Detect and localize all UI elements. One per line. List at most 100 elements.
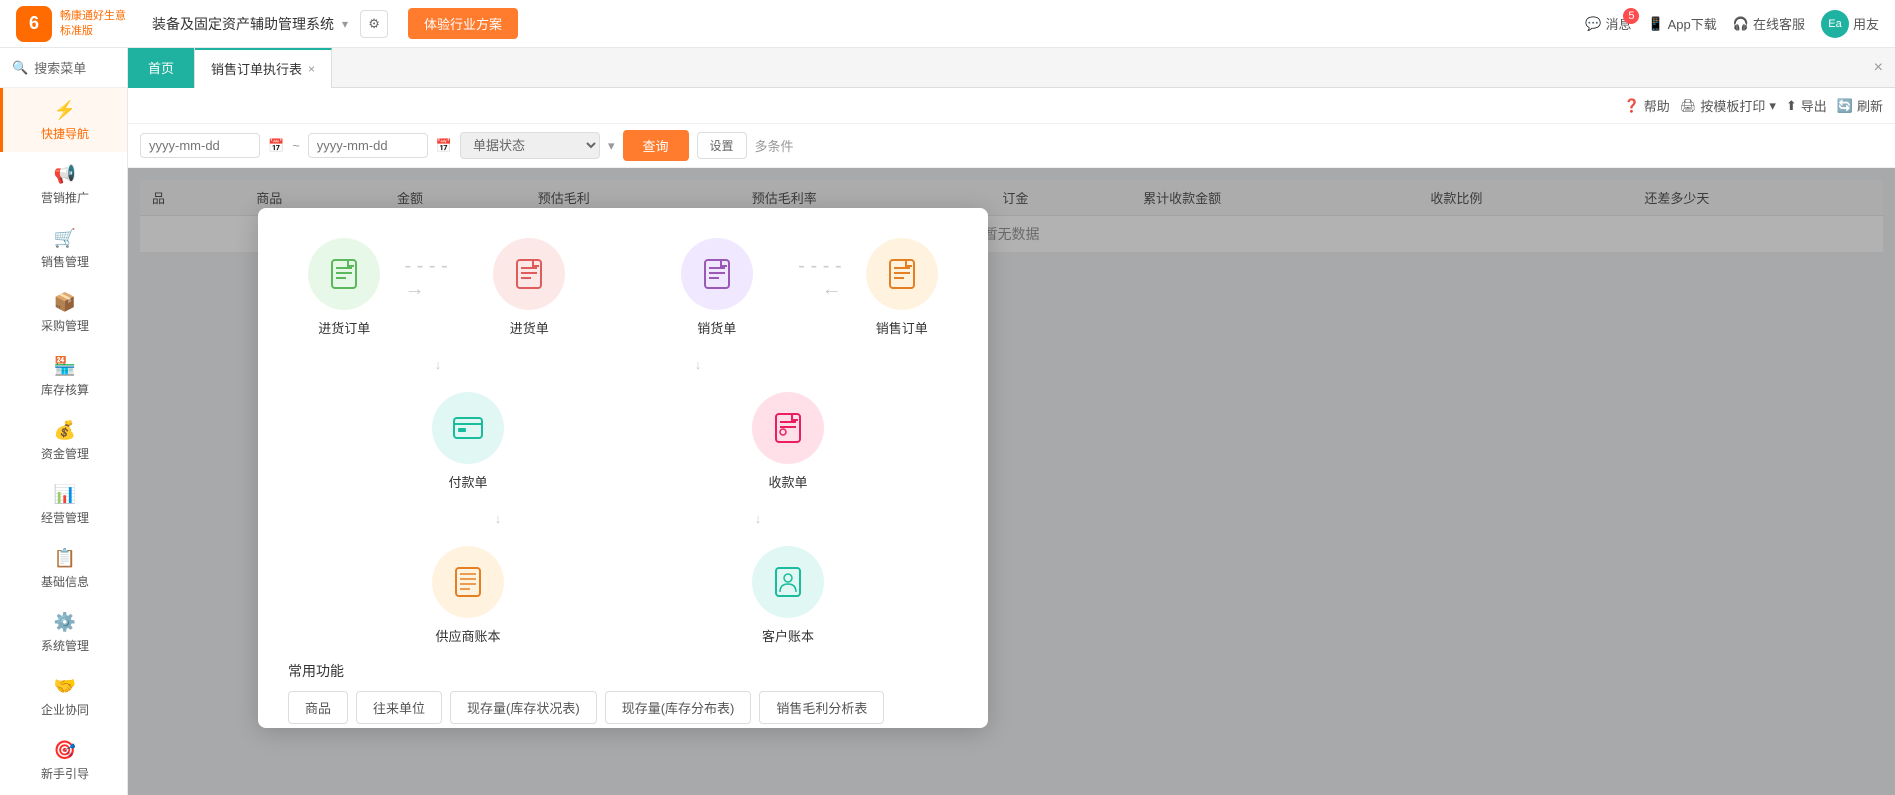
system-icon: ⚙️ [54, 612, 76, 633]
sales-bill-label: 销货单 [697, 318, 736, 337]
sidebar-item-finance[interactable]: 💰 资金管理 [0, 408, 127, 472]
flow-item-sales-bill: 销货单 [660, 238, 772, 337]
tab-sales-order[interactable]: 销售订单执行表 × [195, 48, 332, 88]
user-menu-button[interactable]: Ea 用友 [1821, 10, 1879, 38]
flow-row-2: 付款单 收款单 [288, 392, 958, 491]
print-icon: 🖨 [1680, 98, 1697, 114]
date-end-input[interactable] [308, 133, 428, 158]
finance-icon: 💰 [54, 420, 76, 441]
flow-diagram: 进货订单 - - - - → 进货单 [288, 238, 958, 645]
func-btn-counterpart[interactable]: 往来单位 [356, 691, 442, 724]
tab-close-icon[interactable]: × [308, 62, 315, 76]
sidebar-item-base-info[interactable]: 📋 基础信息 [0, 536, 127, 600]
top-right-area: 💬 消息 5 📱 App下载 🎧 在线客服 Ea 用友 [1585, 10, 1879, 38]
purchase-order-label: 进货订单 [318, 318, 370, 337]
modal-box: 进货订单 - - - - → 进货单 [258, 208, 988, 728]
message-button[interactable]: 💬 消息 5 [1585, 14, 1631, 33]
operations-icon: 📊 [54, 484, 76, 505]
sales-order-node-label: 销售订单 [876, 318, 928, 337]
sidebar: 🔍 搜索菜单 ⚡ 快捷导航 📢 营销推广 🛒 销售管理 📦 采购管理 🏪 [0, 48, 128, 795]
toolbar-actions: ❓ 帮助 🖨 按模板打印 ▾ ⬆ 导出 🔄 刷新 [1624, 96, 1883, 115]
avatar: Ea [1821, 10, 1849, 38]
sidebar-item-system[interactable]: ⚙️ 系统管理 [0, 600, 127, 664]
status-dropdown-icon: ▾ [608, 138, 615, 154]
tab-bar: 首页 销售订单执行表 × × [128, 48, 1895, 88]
flow-item-receipt: 收款单 [728, 392, 848, 491]
system-dropdown-icon[interactable]: ▾ [342, 17, 348, 31]
service-icon: 🎧 [1733, 16, 1749, 32]
tab-area-close-button[interactable]: × [1862, 59, 1895, 77]
trial-button[interactable]: 体验行业方案 [408, 8, 518, 39]
set-button[interactable]: 设置 [697, 132, 747, 159]
refresh-icon: 🔄 [1837, 98, 1853, 114]
print-dropdown-icon: ▾ [1769, 98, 1776, 114]
calendar-icon2[interactable]: 📅 [436, 138, 452, 154]
sales-bill-icon [681, 238, 753, 310]
payment-label: 付款单 [448, 472, 487, 491]
query-button[interactable]: 查询 [623, 130, 689, 161]
purchase-bill-label: 进货单 [510, 318, 549, 337]
date-start-input[interactable] [140, 133, 260, 158]
func-buttons: 商品 往来单位 现存量(库存状况表) 现存量(库存分布表) 销售毛利分析表 商品… [288, 691, 958, 728]
date-separator: ~ [292, 138, 300, 153]
sidebar-item-guide[interactable]: 🎯 新手引导 [0, 728, 127, 792]
func-btn-stock-status[interactable]: 现存量(库存状况表) [450, 691, 597, 724]
refresh-button[interactable]: 🔄 刷新 [1837, 96, 1883, 115]
inventory-icon: 🏪 [54, 356, 76, 377]
tab-home[interactable]: 首页 [128, 48, 195, 88]
message-badge: 5 [1623, 8, 1639, 24]
sidebar-item-sales[interactable]: 🛒 销售管理 [0, 216, 127, 280]
gear-button[interactable]: ⚙ [360, 10, 388, 38]
help-button[interactable]: ❓ 帮助 [1624, 96, 1670, 115]
search-menu-button[interactable]: 🔍 搜索菜单 [0, 48, 127, 88]
main-area: 🔍 搜索菜单 ⚡ 快捷导航 📢 营销推广 🛒 销售管理 📦 采购管理 🏪 [0, 48, 1895, 795]
export-icon: ⬆ [1786, 98, 1797, 114]
app-download-button[interactable]: 📱 App下载 [1647, 14, 1716, 33]
top-bar: 6 畅康通好生意 标准版 装备及固定资产辅助管理系统 ▾ ⚙ 体验行业方案 💬 … [0, 0, 1895, 48]
logo-text: 畅康通好生意 标准版 [60, 9, 126, 38]
help-icon: ❓ [1624, 98, 1640, 114]
arrow-row: ↓ ↓ [288, 357, 958, 372]
guide-icon: 🎯 [54, 740, 76, 761]
print-button[interactable]: 🖨 按模板打印 ▾ [1680, 96, 1776, 115]
common-functions: 常用功能 商品 往来单位 现存量(库存状况表) 现存量(库存分布表) 销售毛利分… [288, 661, 958, 728]
flow-item-customer-ledger: 客户账本 [728, 546, 848, 645]
payment-icon [432, 392, 504, 464]
sidebar-item-marketing[interactable]: 📢 营销推广 [0, 152, 127, 216]
flow-item-purchase-order: 进货订单 [288, 238, 400, 337]
func-btn-stock-dist[interactable]: 现存量(库存分布表) [605, 691, 752, 724]
sidebar-item-operations[interactable]: 📊 经营管理 [0, 472, 127, 536]
common-functions-title: 常用功能 [288, 661, 958, 681]
supplier-ledger-label: 供应商账本 [435, 626, 500, 645]
status-select[interactable]: 单据状态 [460, 132, 600, 159]
sidebar-item-cooperation[interactable]: 🤝 企业协同 [0, 664, 127, 728]
sidebar-item-purchase[interactable]: 📦 采购管理 [0, 280, 127, 344]
supplier-ledger-icon [432, 546, 504, 618]
customer-ledger-label: 客户账本 [762, 626, 814, 645]
flow-item-sales-order: 销售订单 [846, 238, 958, 337]
modal-overlay[interactable]: 进货订单 - - - - → 进货单 [128, 168, 1895, 795]
flow-item-payment: 付款单 [408, 392, 528, 491]
more-conditions-link[interactable]: 多条件 [755, 136, 794, 155]
logo-area: 6 畅康通好生意 标准版 [16, 6, 144, 42]
purchase-bill-icon [493, 238, 565, 310]
flow-row-3: 供应商账本 客户账本 [288, 546, 958, 645]
toolbar: ❓ 帮助 🖨 按模板打印 ▾ ⬆ 导出 🔄 刷新 [128, 88, 1895, 124]
sidebar-item-quick-nav[interactable]: ⚡ 快捷导航 [0, 88, 127, 152]
export-button[interactable]: ⬆ 导出 [1786, 96, 1827, 115]
sales-order-node-icon [866, 238, 938, 310]
arrow-row-2: ↓ ↓ [288, 511, 958, 526]
online-service-button[interactable]: 🎧 在线客服 [1733, 14, 1805, 33]
filter-bar: 📅 ~ 📅 单据状态 ▾ 查询 设置 多条件 [128, 124, 1895, 168]
system-title: 装备及固定资产辅助管理系统 ▾ ⚙ 体验行业方案 [152, 8, 518, 39]
calendar-icon[interactable]: 📅 [268, 138, 284, 154]
purchase-icon: 📦 [54, 292, 76, 313]
content-area: 首页 销售订单执行表 × × ❓ 帮助 🖨 按模板打印 [128, 48, 1895, 795]
func-btn-profit-analysis[interactable]: 销售毛利分析表 [759, 691, 884, 724]
arrow-po-pb: - - - - → [404, 255, 469, 321]
sidebar-item-inventory[interactable]: 🏪 库存核算 [0, 344, 127, 408]
system-name: 装备及固定资产辅助管理系统 [152, 14, 334, 34]
cooperation-icon: 🤝 [54, 676, 76, 697]
func-btn-product[interactable]: 商品 [288, 691, 348, 724]
receipt-label: 收款单 [768, 472, 807, 491]
